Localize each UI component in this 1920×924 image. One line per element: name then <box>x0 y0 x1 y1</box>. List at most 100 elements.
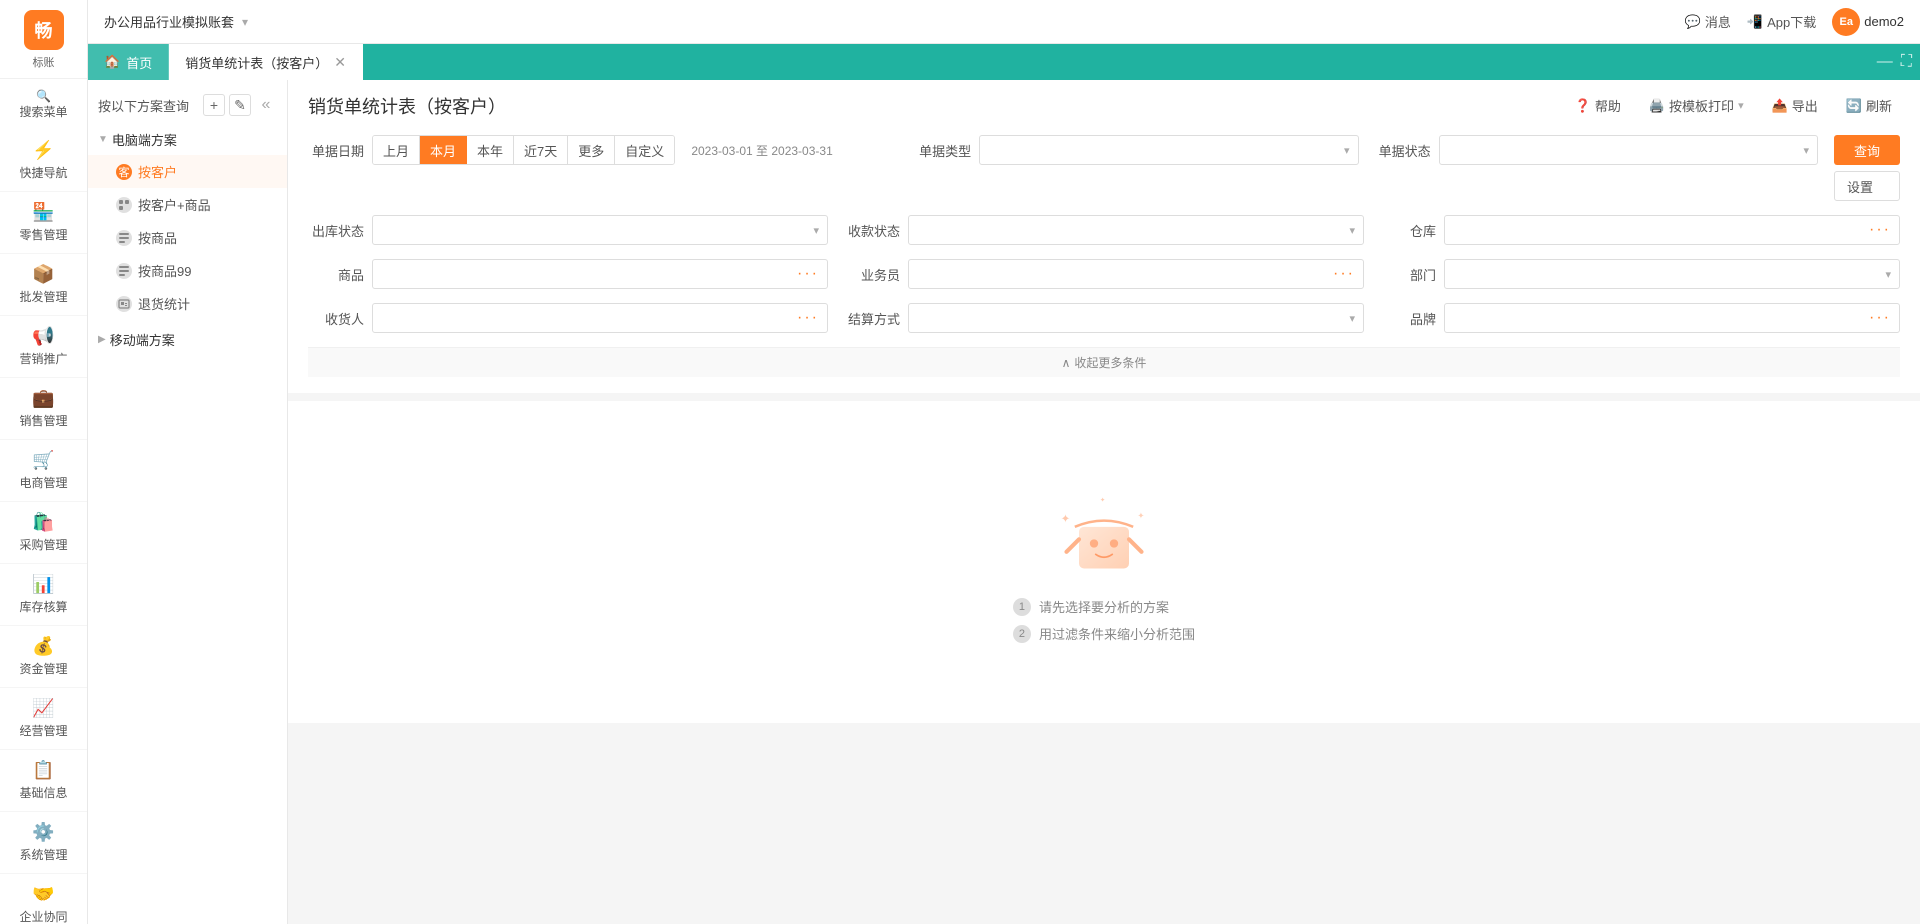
sidebar-item-ecommerce[interactable]: 🛒 电商管理 <box>0 440 87 502</box>
warehouse-label: 仓库 <box>1380 221 1436 240</box>
brand-input[interactable]: ··· <box>1444 303 1900 333</box>
out-status-select[interactable]: ▾ <box>372 215 828 245</box>
tree-item-return-stats[interactable]: 退货统计 <box>88 287 287 320</box>
settlement-chevron-icon: ▾ <box>1349 312 1355 325</box>
tree-group-desktop: ▼ 电脑端方案 客 按客户 按客户+商品 按商 <box>88 124 287 324</box>
doc-status-select[interactable]: ▾ <box>1439 135 1818 165</box>
brand-field: 品牌 ··· <box>1380 303 1900 333</box>
tree-item-by-product99[interactable]: 按商品99 <box>88 254 287 287</box>
tab-minimize-btn[interactable]: — <box>1877 53 1893 71</box>
empty-illustration: ✦ ✦ ✦ <box>1054 481 1154 581</box>
basic-icon: 📋 <box>32 760 54 781</box>
tree-item-icon-return <box>116 296 132 312</box>
tree-item-by-customer[interactable]: 客 按客户 <box>88 155 287 188</box>
salesperson-input[interactable]: ··· <box>908 259 1364 289</box>
collapse-panel-btn[interactable]: « <box>255 94 277 116</box>
avatar: Ea <box>1832 8 1860 36</box>
export-icon: 📤 <box>1772 98 1788 114</box>
payment-status-chevron-icon: ▾ <box>1349 224 1355 237</box>
logo: 畅 标账 <box>0 0 87 79</box>
export-btn[interactable]: 📤 导出 <box>1764 92 1826 119</box>
department-select[interactable]: ▾ <box>1444 259 1900 289</box>
tree-item-by-product[interactable]: 按商品 <box>88 221 287 254</box>
this-year-btn[interactable]: 本年 <box>467 136 514 164</box>
add-scheme-btn[interactable]: + <box>203 94 225 116</box>
sidebar-item-purchase[interactable]: 🛍️ 采购管理 <box>0 502 87 564</box>
warehouse-input[interactable]: ··· <box>1444 215 1900 245</box>
print-chevron-icon: ▾ <box>1738 99 1744 112</box>
out-status-label: 出库状态 <box>308 221 364 240</box>
sidebar-item-enterprise[interactable]: 🤝 企业协同 <box>0 874 87 924</box>
edit-scheme-btn[interactable]: ✎ <box>229 94 251 116</box>
topbar-dropdown-icon[interactable]: ▾ <box>242 15 248 29</box>
brand-label: 品牌 <box>1380 309 1436 328</box>
tab-close-icon[interactable]: ✕ <box>334 54 346 71</box>
sidebar-item-retail[interactable]: 🏪 零售管理 <box>0 192 87 254</box>
page-header-actions: ❓ 帮助 🖨️ 按模板打印 ▾ 📤 导出 🔄 刷新 <box>1567 92 1900 119</box>
page-header-wrapper: 销货单统计表（按客户） ❓ 帮助 🖨️ 按模板打印 ▾ 📤 导出 <box>288 80 1920 119</box>
date-range: 2023-03-01 至 2023-03-31 <box>691 142 832 159</box>
sidebar-item-wholesale[interactable]: 📦 批发管理 <box>0 254 87 316</box>
recipient-field: 收货人 ··· <box>308 303 828 333</box>
tree-item-icon-product99 <box>116 263 132 279</box>
payment-status-select[interactable]: ▾ <box>908 215 1364 245</box>
enterprise-icon: 🤝 <box>32 884 54 905</box>
logo-icon: 畅 <box>24 10 64 50</box>
tree-group-header-mobile[interactable]: ▶ 移动端方案 <box>88 324 287 355</box>
doc-type-label: 单据类型 <box>915 141 971 160</box>
message-btn[interactable]: 💬 消息 <box>1685 12 1731 31</box>
tree-arrow-icon: ▼ <box>98 134 108 145</box>
custom-btn[interactable]: 自定义 <box>615 136 674 164</box>
filter-section: 单据日期 上月 本月 本年 近7天 更多 自定义 2023-03-01 至 20… <box>288 119 1920 393</box>
collapse-text: ∧ 收起更多条件 <box>1062 354 1147 371</box>
tab-home[interactable]: 🏠 首页 <box>88 44 169 80</box>
main-area: 办公用品行业模拟账套 ▾ 💬 消息 📲 App下载 Ea demo2 🏠 首页 <box>88 0 1920 924</box>
date-field-label: 单据日期 <box>308 141 364 160</box>
more-btn[interactable]: 更多 <box>568 136 615 164</box>
filter-row-2: 出库状态 ▾ 收款状态 ▾ 仓库 <box>308 215 1900 245</box>
tree-item-by-customer-product[interactable]: 按客户+商品 <box>88 188 287 221</box>
refresh-btn[interactable]: 🔄 刷新 <box>1838 92 1900 119</box>
doc-type-select[interactable]: ▾ <box>979 135 1358 165</box>
help-btn[interactable]: ❓ 帮助 <box>1567 92 1629 119</box>
payment-status-field: 收款状态 ▾ <box>844 215 1364 245</box>
sidebar-item-finance[interactable]: 💰 资金管理 <box>0 626 87 688</box>
settlement-select[interactable]: ▾ <box>908 303 1364 333</box>
tree-group-header-desktop[interactable]: ▼ 电脑端方案 <box>88 124 287 155</box>
product-input[interactable]: ··· <box>372 259 828 289</box>
page-title: 销货单统计表（按客户） <box>308 93 506 119</box>
doc-status-chevron-icon: ▾ <box>1803 144 1809 157</box>
last7days-btn[interactable]: 近7天 <box>514 136 568 164</box>
sidebar-item-operations[interactable]: 📈 经营管理 <box>0 688 87 750</box>
settlement-field: 结算方式 ▾ <box>844 303 1364 333</box>
salesperson-label: 业务员 <box>844 265 900 284</box>
tab-maximize-btn[interactable]: ⛶ <box>1901 53 1912 71</box>
sidebar-item-inventory[interactable]: 📊 库存核算 <box>0 564 87 626</box>
app-download-btn[interactable]: 📲 App下载 <box>1747 12 1816 31</box>
print-icon: 🖨️ <box>1649 98 1665 114</box>
this-month-btn[interactable]: 本月 <box>420 136 467 164</box>
print-btn[interactable]: 🖨️ 按模板打印 ▾ <box>1641 92 1752 119</box>
out-status-field: 出库状态 ▾ <box>308 215 828 245</box>
last-month-btn[interactable]: 上月 <box>373 136 420 164</box>
hint-num-1: 1 <box>1013 598 1031 616</box>
tree-arrow-mobile-icon: ▶ <box>98 334 106 345</box>
recipient-input[interactable]: ··· <box>372 303 828 333</box>
sidebar-item-search[interactable]: 🔍 搜索菜单 <box>0 79 87 130</box>
sidebar-item-sales[interactable]: 💼 销售管理 <box>0 378 87 440</box>
sidebar-item-shortcut[interactable]: ⚡ 快捷导航 <box>0 130 87 192</box>
tabbar-controls: — ⛶ <box>1869 44 1920 80</box>
warehouse-dots-icon: ··· <box>1869 221 1891 239</box>
marketing-icon: 📢 <box>32 326 54 347</box>
user-avatar-btn[interactable]: Ea demo2 <box>1832 8 1904 36</box>
svg-text:✦: ✦ <box>1137 511 1144 521</box>
sidebar-item-basic[interactable]: 📋 基础信息 <box>0 750 87 812</box>
sidebar-item-marketing[interactable]: 📢 营销推广 <box>0 316 87 378</box>
empty-hint-2: 2 用过滤条件来缩小分析范围 <box>1013 624 1195 643</box>
sidebar-item-system[interactable]: ⚙️ 系统管理 <box>0 812 87 874</box>
sidebar: 畅 标账 🔍 搜索菜单 ⚡ 快捷导航 🏪 零售管理 📦 批发管理 📢 营销推广 … <box>0 0 88 924</box>
collapse-row[interactable]: ∧ 收起更多条件 <box>308 347 1900 377</box>
settings-btn[interactable]: 设置 <box>1834 171 1900 201</box>
query-btn[interactable]: 查询 <box>1834 135 1900 165</box>
tab-sales-stats[interactable]: 销货单统计表（按客户） ✕ <box>169 44 363 80</box>
